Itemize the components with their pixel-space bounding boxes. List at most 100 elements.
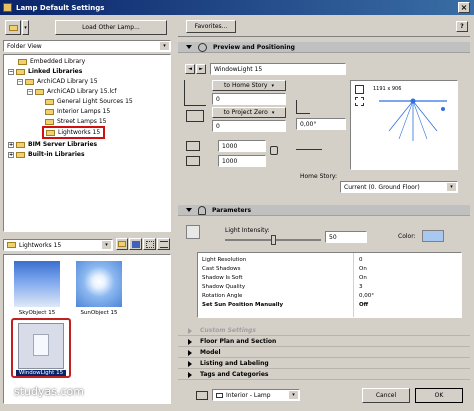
tree-item[interactable]: − ArchiCAD Library 15.lcf bbox=[27, 88, 117, 95]
selected-thumbnail-frame[interactable]: WindowLight 15 bbox=[11, 318, 71, 378]
to-home-story-button[interactable]: to Home Story ▾ bbox=[212, 80, 286, 91]
preview-window[interactable]: 1191 x 906 bbox=[350, 80, 458, 170]
layer-select-icon bbox=[216, 392, 223, 398]
expand-icon[interactable]: + bbox=[8, 151, 14, 158]
expand-icon[interactable]: + bbox=[8, 141, 14, 148]
folder-select-label: Lightworks 15 bbox=[19, 241, 62, 249]
list-view-button[interactable] bbox=[157, 238, 170, 250]
param-row[interactable]: Cast Shadows On bbox=[199, 265, 455, 274]
to-project-zero-button[interactable]: to Project Zero ▾ bbox=[212, 107, 286, 118]
object-name-field[interactable]: WindowLight 15 bbox=[210, 63, 346, 75]
tree-item-label: Street Lamps 15 bbox=[57, 118, 107, 125]
layer-icon bbox=[196, 391, 208, 400]
param-name: Shadow Quality bbox=[202, 284, 246, 291]
category-label: Tags and Categories bbox=[200, 371, 269, 378]
param-value[interactable]: 3 bbox=[359, 284, 363, 290]
category-listing-labeling[interactable]: Listing and Labeling bbox=[178, 359, 470, 369]
up-folder-icon bbox=[118, 241, 126, 247]
param-value[interactable]: 0 bbox=[359, 257, 363, 263]
parameters-section-header[interactable]: Parameters bbox=[178, 205, 470, 216]
param-row[interactable]: Shadow Quality 3 bbox=[199, 283, 455, 292]
help-button[interactable]: ? bbox=[456, 21, 468, 32]
mirror-icon[interactable] bbox=[296, 140, 322, 150]
param-value[interactable]: Off bbox=[359, 302, 368, 308]
param-row[interactable]: Shadow Is Soft On bbox=[199, 274, 455, 283]
home-story-offset-field[interactable]: 0 bbox=[212, 93, 286, 105]
tree-item[interactable]: + Built-in Libraries bbox=[8, 151, 85, 158]
large-icons-view-button[interactable] bbox=[129, 238, 142, 250]
category-tags[interactable]: Tags and Categories bbox=[178, 370, 470, 380]
ok-button[interactable]: OK bbox=[415, 388, 463, 403]
chevron-down-icon: ▾ bbox=[160, 42, 169, 50]
favorites-button[interactable]: Favorites... bbox=[186, 20, 236, 33]
skyobject-thumbnail[interactable] bbox=[14, 261, 60, 307]
tree-item-label: Linked Libraries bbox=[28, 68, 83, 75]
favorites-divider bbox=[178, 36, 470, 37]
tree-item[interactable]: − ArchiCAD Library 15 bbox=[17, 78, 98, 85]
rotation-angle-value: 0,00° bbox=[300, 120, 317, 128]
param-value[interactable]: On bbox=[359, 275, 367, 281]
collapse-icon[interactable]: − bbox=[27, 88, 33, 95]
cancel-button[interactable]: Cancel bbox=[362, 388, 410, 403]
tree-item[interactable]: General Light Sources 15 bbox=[45, 98, 133, 105]
parameters-section-title: Parameters bbox=[212, 206, 252, 214]
title-bar: Lamp Default Settings × bbox=[0, 0, 474, 15]
width-field[interactable]: 1000 bbox=[218, 140, 266, 152]
home-story-select[interactable]: Current (0. Ground Floor) ▾ bbox=[340, 181, 458, 193]
param-row[interactable]: Set Sun Position Manually Off bbox=[199, 301, 455, 310]
tree-item[interactable]: Interior Lamps 15 bbox=[45, 108, 110, 115]
param-row[interactable]: Light Resolution 0 bbox=[199, 256, 455, 265]
light-intensity-slider[interactable] bbox=[225, 235, 321, 245]
light-intensity-field[interactable]: 50 bbox=[325, 231, 367, 243]
watermark: studyas.com bbox=[14, 385, 84, 398]
param-value[interactable]: 0,00° bbox=[359, 293, 374, 299]
view-select[interactable]: Folder View ▾ bbox=[3, 40, 171, 52]
project-zero-offset-field[interactable]: 0 bbox=[212, 120, 286, 132]
library-tree[interactable]: Embedded Library − Linked Libraries − Arch… bbox=[3, 54, 171, 232]
next-object-button[interactable]: ► bbox=[196, 64, 206, 74]
preview-dimension: 1191 x 906 bbox=[373, 86, 402, 92]
load-mode-icon-button[interactable] bbox=[5, 20, 21, 35]
depth-field[interactable]: 1000 bbox=[218, 155, 266, 167]
preview-mode-icon[interactable] bbox=[355, 97, 364, 106]
prev-object-button[interactable]: ◄ bbox=[185, 64, 195, 74]
windowlight-thumbnail[interactable] bbox=[18, 323, 64, 369]
tree-item[interactable]: Embedded Library bbox=[18, 58, 85, 65]
preview-section-header[interactable]: Preview and Positioning bbox=[178, 42, 470, 53]
collapse-icon[interactable]: − bbox=[17, 78, 23, 85]
layer-select[interactable]: Interior - Lamp ▾ bbox=[212, 389, 300, 401]
view-select-label: Folder View bbox=[7, 42, 42, 50]
sunobject-thumbnail[interactable] bbox=[76, 261, 122, 307]
slider-thumb[interactable] bbox=[271, 235, 276, 245]
width-icon bbox=[186, 141, 200, 151]
chevron-down-icon: ▾ bbox=[102, 241, 111, 249]
dropdown-arrow-button[interactable]: ▾ bbox=[22, 20, 29, 35]
small-icons-view-button[interactable] bbox=[143, 238, 156, 250]
folder-icon bbox=[16, 151, 25, 158]
lock-icon[interactable] bbox=[270, 146, 278, 155]
parent-folder-button[interactable] bbox=[116, 238, 128, 250]
preview-section-icon bbox=[198, 42, 207, 52]
param-row[interactable]: Rotation Angle 0,00° bbox=[199, 292, 455, 301]
folder-icon bbox=[45, 118, 54, 125]
folder-select[interactable]: Lightworks 15 ▾ bbox=[3, 239, 113, 251]
rotation-angle-field[interactable]: 0,00° bbox=[296, 118, 346, 130]
tree-item[interactable]: + BIM Server Libraries bbox=[8, 141, 97, 148]
expand-triangle-icon bbox=[188, 360, 192, 367]
light-off-icon[interactable] bbox=[203, 225, 213, 239]
tree-item[interactable]: − Linked Libraries bbox=[8, 68, 82, 75]
tree-item-label: ArchiCAD Library 15 bbox=[37, 78, 98, 85]
tree-item-selected[interactable]: Lightworks 15 bbox=[42, 126, 106, 139]
tree-item[interactable]: Street Lamps 15 bbox=[45, 118, 106, 125]
category-model[interactable]: Model bbox=[178, 348, 470, 358]
param-value[interactable]: On bbox=[359, 266, 367, 272]
light-bulb-icon[interactable] bbox=[186, 225, 200, 239]
folder-icon bbox=[35, 88, 44, 95]
close-button[interactable]: × bbox=[458, 2, 470, 13]
light-color-swatch[interactable] bbox=[422, 230, 444, 242]
preview-mode-icon[interactable] bbox=[355, 85, 364, 94]
collapse-icon[interactable]: − bbox=[8, 68, 14, 75]
load-other-lamp-button[interactable]: Load Other Lamp... bbox=[55, 20, 167, 35]
object-thumbnails[interactable]: SkyObject 15 SunObject 15 WindowLight 15… bbox=[3, 254, 171, 404]
category-floor-plan[interactable]: Floor Plan and Section bbox=[178, 337, 470, 347]
